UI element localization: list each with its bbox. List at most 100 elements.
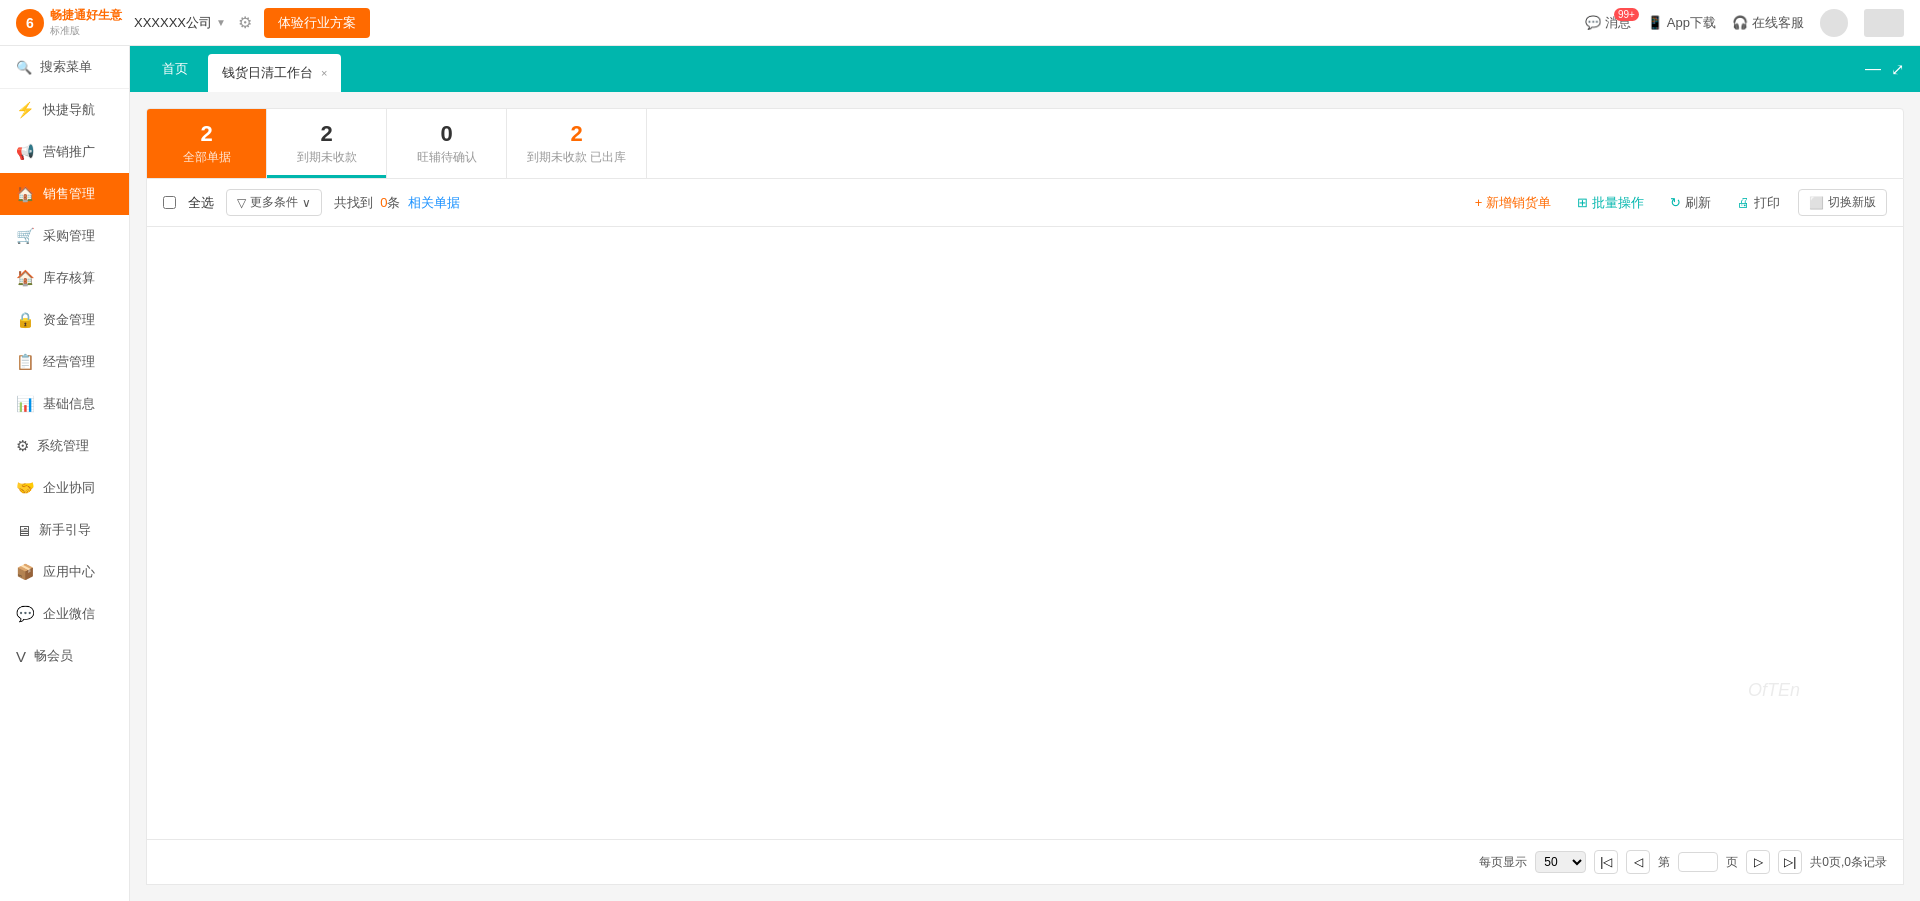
box-icon: 📦 — [16, 563, 35, 581]
filter-icon: ▽ — [237, 196, 246, 210]
sidebar-item-cooperation[interactable]: 🤝 企业协同 — [0, 467, 129, 509]
gear-icon: ⚙ — [16, 437, 29, 455]
sidebar-label: 应用中心 — [43, 563, 95, 581]
sidebar-item-guide[interactable]: 🖥 新手引导 — [0, 509, 129, 551]
sidebar-label: 系统管理 — [37, 437, 89, 455]
table-area — [146, 227, 1904, 840]
chevron-down-icon: ▼ — [216, 17, 226, 28]
stat-tab-overdue[interactable]: 2 到期未收款 — [267, 109, 387, 178]
select-all-label: 全选 — [188, 194, 214, 212]
sidebar-item-marketing[interactable]: 📢 营销推广 — [0, 131, 129, 173]
tab-home[interactable]: 首页 — [146, 46, 204, 92]
company-name: XXXXXX公司 — [134, 14, 212, 32]
megaphone-icon: 📢 — [16, 143, 35, 161]
switch-icon: ⬜ — [1809, 196, 1824, 210]
refresh-button[interactable]: ↻ 刷新 — [1662, 190, 1719, 216]
avatar[interactable] — [1820, 9, 1848, 37]
tab-active-page[interactable]: 钱货日清工作台 × — [208, 54, 341, 92]
app-download-button[interactable]: 📱 App下载 — [1647, 14, 1716, 32]
lock-icon: 🔒 — [16, 311, 35, 329]
main-wrap: 首页 钱货日清工作台 × — ⤢ 2 全部单据 2 到期未收款 0 旺辅待确认 — [130, 46, 1920, 901]
table-icon: 📊 — [16, 395, 35, 413]
sidebar-item-member[interactable]: V 畅会员 — [0, 635, 129, 677]
sidebar-item-app-center[interactable]: 📦 应用中心 — [0, 551, 129, 593]
filter-result: 共找到 0条 相关单据 — [334, 194, 460, 212]
sidebar-item-inventory[interactable]: 🏠 库存核算 — [0, 257, 129, 299]
sidebar-label: 企业协同 — [43, 479, 95, 497]
sidebar-item-sales[interactable]: 🏠 销售管理 — [0, 173, 129, 215]
tab-bar-actions: — ⤢ — [1865, 60, 1904, 79]
prev-page-button[interactable]: ◁ — [1626, 850, 1650, 874]
tab-close-button[interactable]: × — [321, 67, 327, 79]
sidebar-item-basic-info[interactable]: 📊 基础信息 — [0, 383, 129, 425]
warehouse-icon: 🏠 — [16, 269, 35, 287]
last-page-button[interactable]: ▷| — [1778, 850, 1802, 874]
trial-button[interactable]: 体验行业方案 — [264, 8, 370, 38]
settings-button[interactable]: ⚙ — [238, 13, 252, 32]
select-all-checkbox[interactable] — [163, 196, 176, 209]
top-bar-left: 6 畅捷通好生意 标准版 XXXXXX公司 ▼ ⚙ 体验行业方案 — [16, 7, 370, 38]
logo-icon: 6 — [16, 9, 44, 37]
vip-icon: V — [16, 648, 26, 665]
more-conditions-button[interactable]: ▽ 更多条件 ∨ — [226, 189, 322, 216]
logo-area: 6 畅捷通好生意 标准版 — [16, 7, 122, 38]
page-label-end: 页 — [1726, 854, 1738, 871]
stat-tab-overdue-shipped[interactable]: 2 到期未收款 已出库 — [507, 109, 647, 178]
home-icon: 🏠 — [16, 185, 35, 203]
related-link[interactable]: 相关单据 — [408, 195, 460, 210]
next-page-button[interactable]: ▷ — [1746, 850, 1770, 874]
per-page-label: 每页显示 — [1479, 854, 1527, 871]
download-icon: 📱 — [1647, 15, 1663, 30]
print-icon: 🖨 — [1737, 195, 1750, 210]
print-button[interactable]: 🖨 打印 — [1729, 190, 1788, 216]
sidebar-label: 快捷导航 — [43, 101, 95, 119]
maximize-button[interactable]: ⤢ — [1891, 60, 1904, 79]
stat-tab-all[interactable]: 2 全部单据 — [147, 109, 267, 178]
page-input[interactable]: 1 — [1678, 852, 1718, 872]
first-page-button[interactable]: |◁ — [1594, 850, 1618, 874]
sidebar-item-system[interactable]: ⚙ 系统管理 — [0, 425, 129, 467]
top-bar-right: 💬 消息 99+ 📱 App下载 🎧 在线客服 — [1585, 9, 1904, 37]
message-icon: 💬 — [1585, 15, 1601, 30]
sidebar-item-operations[interactable]: 📋 经营管理 — [0, 341, 129, 383]
new-sales-button[interactable]: + 新增销货单 — [1467, 190, 1559, 216]
chat-icon: 💬 — [16, 605, 35, 623]
switch-version-button[interactable]: ⬜ 切换新版 — [1798, 189, 1887, 216]
search-icon: 🔍 — [16, 60, 32, 75]
sidebar-label: 基础信息 — [43, 395, 95, 413]
stat-tab-pending[interactable]: 0 旺辅待确认 — [387, 109, 507, 178]
top-bar: 6 畅捷通好生意 标准版 XXXXXX公司 ▼ ⚙ 体验行业方案 💬 消息 99… — [0, 0, 1920, 46]
batch-ops-button[interactable]: ⊞ 批量操作 — [1569, 190, 1652, 216]
sidebar-item-finance[interactable]: 🔒 资金管理 — [0, 299, 129, 341]
per-page-select[interactable]: 50 20 100 — [1535, 851, 1586, 873]
sidebar-label: 采购管理 — [43, 227, 95, 245]
refresh-icon: ↻ — [1670, 195, 1681, 210]
filter-bar: 全选 ▽ 更多条件 ∨ 共找到 0条 相关单据 + 新增销货单 ⊞ 批量操作 ↻ — [146, 179, 1904, 227]
content-area: 2 全部单据 2 到期未收款 0 旺辅待确认 2 到期未收款 已出库 全选 ▽ — [130, 92, 1920, 901]
cart-icon: 🛒 — [16, 227, 35, 245]
user-menu[interactable] — [1864, 9, 1904, 37]
sidebar-item-purchase[interactable]: 🛒 采购管理 — [0, 215, 129, 257]
monitor-icon: 🖥 — [16, 522, 31, 539]
search-menu-item[interactable]: 🔍 搜索菜单 — [0, 46, 129, 89]
online-service-button[interactable]: 🎧 在线客服 — [1732, 14, 1804, 32]
sidebar-label: 库存核算 — [43, 269, 95, 287]
minimize-button[interactable]: — — [1865, 60, 1881, 79]
service-icon: 🎧 — [1732, 15, 1748, 30]
clipboard-icon: 📋 — [16, 353, 35, 371]
company-selector[interactable]: XXXXXX公司 ▼ — [134, 14, 226, 32]
sidebar-label: 畅会员 — [34, 647, 73, 665]
pagination-bar: 每页显示 50 20 100 |◁ ◁ 第 1 页 ▷ ▷| 共0页,0条记录 — [146, 840, 1904, 885]
handshake-icon: 🤝 — [16, 479, 35, 497]
sidebar-item-quick-nav[interactable]: ⚡ 快捷导航 — [0, 89, 129, 131]
sidebar-label: 资金管理 — [43, 311, 95, 329]
tab-bar: 首页 钱货日清工作台 × — ⤢ — [130, 46, 1920, 92]
sidebar-label: 企业微信 — [43, 605, 95, 623]
sidebar-label: 营销推广 — [43, 143, 95, 161]
sidebar: 🔍 搜索菜单 ⚡ 快捷导航 📢 营销推广 🏠 销售管理 🛒 采购管理 🏠 库存核… — [0, 46, 130, 901]
message-button[interactable]: 💬 消息 99+ — [1585, 14, 1631, 32]
sidebar-item-wechat[interactable]: 💬 企业微信 — [0, 593, 129, 635]
sidebar-label: 经营管理 — [43, 353, 95, 371]
logo-text: 畅捷通好生意 标准版 — [50, 7, 122, 38]
stats-tabs: 2 全部单据 2 到期未收款 0 旺辅待确认 2 到期未收款 已出库 — [146, 108, 1904, 179]
